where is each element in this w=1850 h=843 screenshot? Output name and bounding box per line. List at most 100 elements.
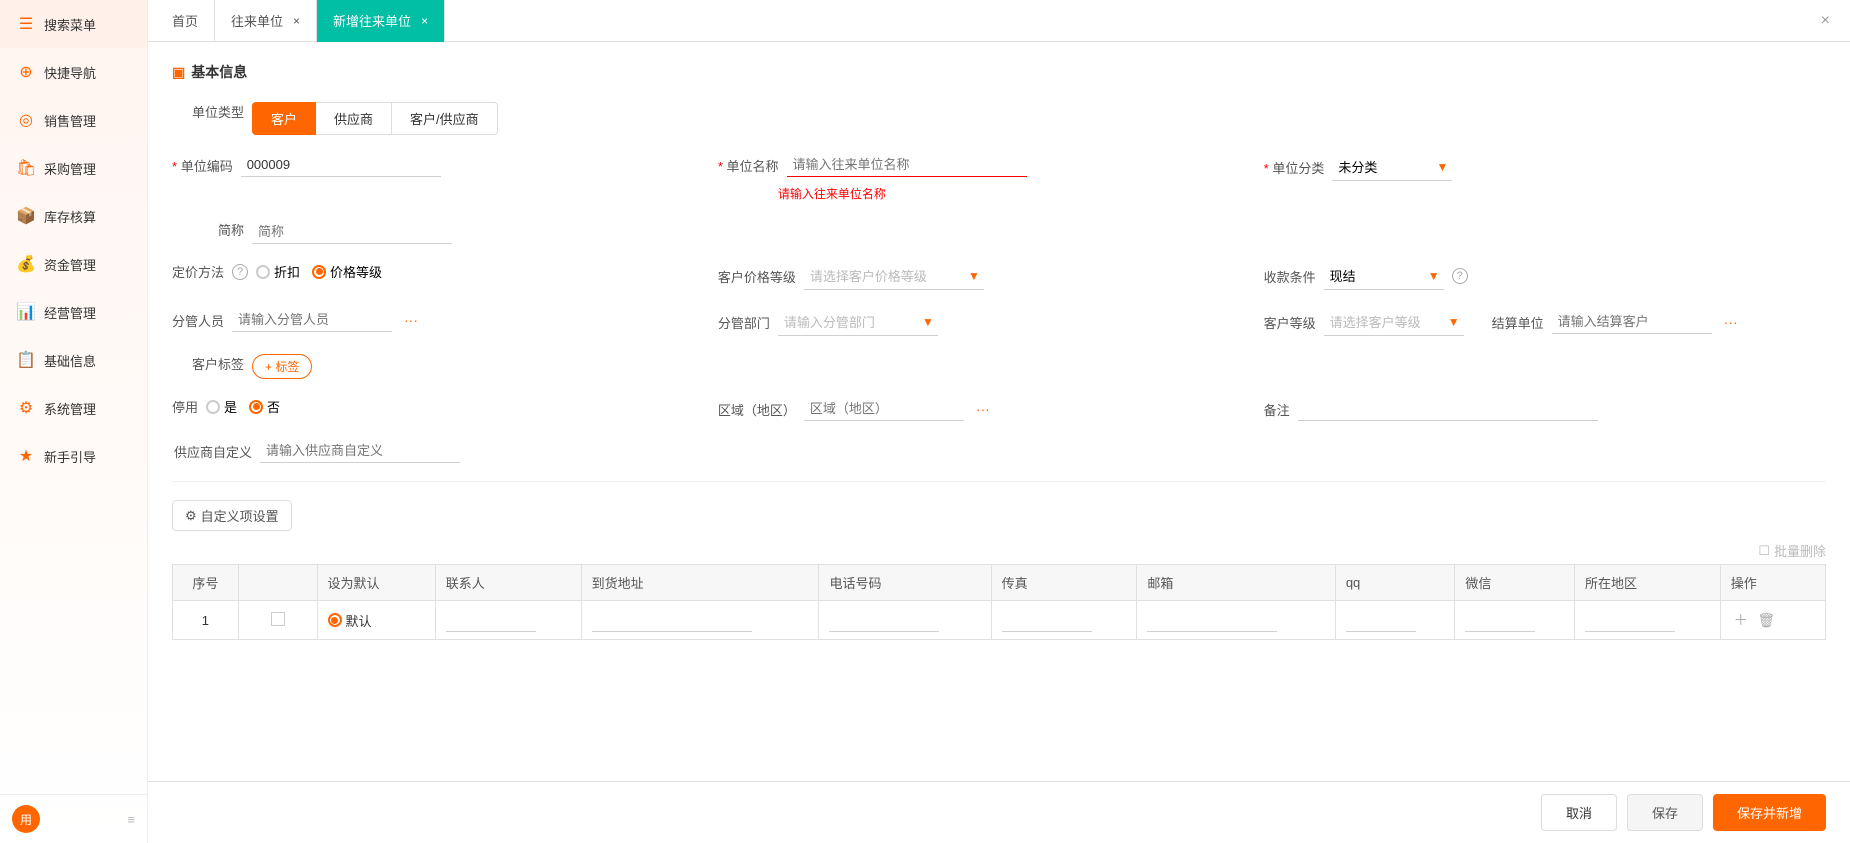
customer-level-select[interactable]: 请选择客户等级 ▼: [1324, 308, 1464, 336]
type-btn-supplier[interactable]: 供应商: [316, 102, 392, 135]
td-address[interactable]: [581, 601, 819, 640]
type-btn-both[interactable]: 客户/供应商: [392, 102, 498, 135]
settlement-unit-input[interactable]: [1552, 310, 1712, 334]
sidebar-item-quick-nav[interactable]: ⊕ 快捷导航: [0, 48, 147, 96]
disabled-yes[interactable]: 是: [206, 397, 237, 416]
row-checkbox[interactable]: [271, 612, 285, 626]
basic-info-icon: 📋: [16, 350, 36, 370]
remark-input[interactable]: [1298, 397, 1598, 421]
sidebar-search[interactable]: ☰ 搜索菜单: [0, 0, 147, 48]
td-contact[interactable]: [435, 601, 581, 640]
sales-icon: ◎: [16, 110, 36, 130]
region-input[interactable]: [804, 397, 964, 421]
disabled-no[interactable]: 否: [249, 397, 280, 416]
unit-name-input[interactable]: [787, 153, 1027, 177]
wechat-input[interactable]: [1465, 608, 1535, 632]
sidebar-item-purchase[interactable]: 🛍 采购管理: [0, 144, 147, 192]
save-new-button[interactable]: 保存并新增: [1713, 794, 1826, 831]
avatar: 用: [12, 805, 40, 833]
close-counterparty-tab[interactable]: ×: [293, 14, 300, 28]
divider: [172, 481, 1826, 482]
finance-icon: 💰: [16, 254, 36, 274]
contact-input[interactable]: [446, 608, 536, 632]
tab-counterparty[interactable]: 往来单位 ×: [215, 0, 317, 42]
fax-input[interactable]: [1002, 608, 1092, 632]
manager-row: 分管人员 ··· 分管部门 请输入分管部门 ▼ 客户等级 请选择客户等级 ▼ 结…: [172, 308, 1826, 336]
department-select[interactable]: 请输入分管部门 ▼: [778, 308, 938, 336]
add-tag-btn[interactable]: + 标签: [252, 354, 312, 379]
supplier-custom-input[interactable]: [260, 439, 460, 463]
customer-tag-row: 客户标签 + 标签: [172, 354, 1826, 379]
content-area: ▣ 基本信息 单位类型 客户 供应商 客户/供应商 * 单位编码: [148, 42, 1850, 781]
manager-label: 分管人员: [172, 311, 224, 330]
table-section: ⚙ 自定义项设置 ☐ 批量删除 序号 设为默认 联系人 到货地址 电话号码 传真: [172, 500, 1826, 640]
payment-help-icon[interactable]: ?: [1452, 268, 1468, 284]
short-name-input[interactable]: [252, 220, 452, 244]
region-more-btn[interactable]: ···: [972, 401, 994, 417]
close-all-tabs[interactable]: ×: [1809, 12, 1842, 30]
customer-tag-label: 客户标签: [192, 357, 244, 372]
td-wechat[interactable]: [1455, 601, 1575, 640]
address-input[interactable]: [592, 608, 752, 632]
manager-more-btn[interactable]: ···: [400, 312, 422, 328]
sidebar-item-finance[interactable]: 💰 资金管理: [0, 240, 147, 288]
default-radio[interactable]: 默认: [328, 611, 425, 630]
td-region[interactable]: [1574, 601, 1720, 640]
region-field-input[interactable]: [1585, 608, 1675, 632]
table-row: 1 默认: [173, 601, 1826, 640]
cancel-button[interactable]: 取消: [1541, 794, 1617, 831]
tab-home[interactable]: 首页: [156, 0, 215, 42]
inventory-icon: 📦: [16, 206, 36, 226]
unit-code-input[interactable]: [241, 153, 441, 177]
td-qq[interactable]: [1335, 601, 1455, 640]
sidebar-item-label: 基础信息: [44, 351, 96, 370]
settlement-more-btn[interactable]: ···: [1720, 314, 1742, 330]
add-row-btn[interactable]: ＋: [1731, 610, 1751, 630]
payment-terms-label: 收款条件: [1264, 267, 1316, 286]
sidebar-item-label: 经营管理: [44, 303, 96, 322]
delete-row-btn[interactable]: 🗑: [1754, 612, 1778, 629]
td-fax[interactable]: [991, 601, 1137, 640]
close-new-counterparty-tab[interactable]: ×: [421, 14, 428, 28]
customer-price-level-select[interactable]: 请选择客户价格等级 ▼: [804, 262, 984, 290]
sidebar-item-guide[interactable]: ★ 新手引导: [0, 432, 147, 480]
system-icon: ⚙: [16, 398, 36, 418]
td-default[interactable]: 默认: [317, 601, 435, 640]
th-qq: qq: [1335, 565, 1455, 601]
unit-category-select[interactable]: 未分类 ▼: [1332, 153, 1452, 181]
manager-input[interactable]: [232, 308, 392, 332]
pricing-help-icon[interactable]: ?: [232, 264, 248, 280]
payment-terms-select[interactable]: 现结 ▼: [1324, 262, 1444, 290]
td-phone[interactable]: [819, 601, 991, 640]
td-action: ＋ 🗑: [1720, 601, 1825, 640]
unit-code-group: * 单位编码: [172, 153, 718, 177]
save-button[interactable]: 保存: [1627, 794, 1703, 831]
tab-new-counterparty[interactable]: 新增往来单位 ×: [317, 0, 445, 42]
remark-label: 备注: [1264, 400, 1290, 419]
sidebar-item-system[interactable]: ⚙ 系统管理: [0, 384, 147, 432]
sidebar-item-label: 资金管理: [44, 255, 96, 274]
th-wechat: 微信: [1455, 565, 1575, 601]
sidebar-item-inventory[interactable]: 📦 库存核算: [0, 192, 147, 240]
level-radio-circle: [312, 265, 326, 279]
sidebar-item-operations[interactable]: 📊 经营管理: [0, 288, 147, 336]
remark-group: 备注: [1264, 397, 1826, 421]
td-checkbox[interactable]: [238, 601, 317, 640]
email-input[interactable]: [1147, 608, 1277, 632]
qq-input[interactable]: [1346, 608, 1416, 632]
th-phone: 电话号码: [819, 565, 991, 601]
tab-bar: 首页 往来单位 × 新增往来单位 × ×: [148, 0, 1850, 42]
sidebar-item-basic-info[interactable]: 📋 基础信息: [0, 336, 147, 384]
level-radio-dot: [316, 268, 323, 275]
phone-input[interactable]: [829, 608, 939, 632]
sidebar-item-sales[interactable]: ◎ 销售管理: [0, 96, 147, 144]
disabled-yes-circle: [206, 400, 220, 414]
pricing-radio-discount[interactable]: 折扣: [256, 262, 300, 281]
custom-setting-btn[interactable]: ⚙ 自定义项设置: [172, 500, 292, 531]
td-email[interactable]: [1137, 601, 1335, 640]
type-btn-customer[interactable]: 客户: [252, 102, 316, 135]
sidebar: ☰ 搜索菜单 ⊕ 快捷导航 ◎ 销售管理 🛍 采购管理 📦 库存核算 💰 资金管…: [0, 0, 148, 843]
sidebar-item-label: 系统管理: [44, 399, 96, 418]
pricing-radio-level[interactable]: 价格等级: [312, 262, 382, 281]
unit-code-label: * 单位编码: [172, 156, 233, 175]
